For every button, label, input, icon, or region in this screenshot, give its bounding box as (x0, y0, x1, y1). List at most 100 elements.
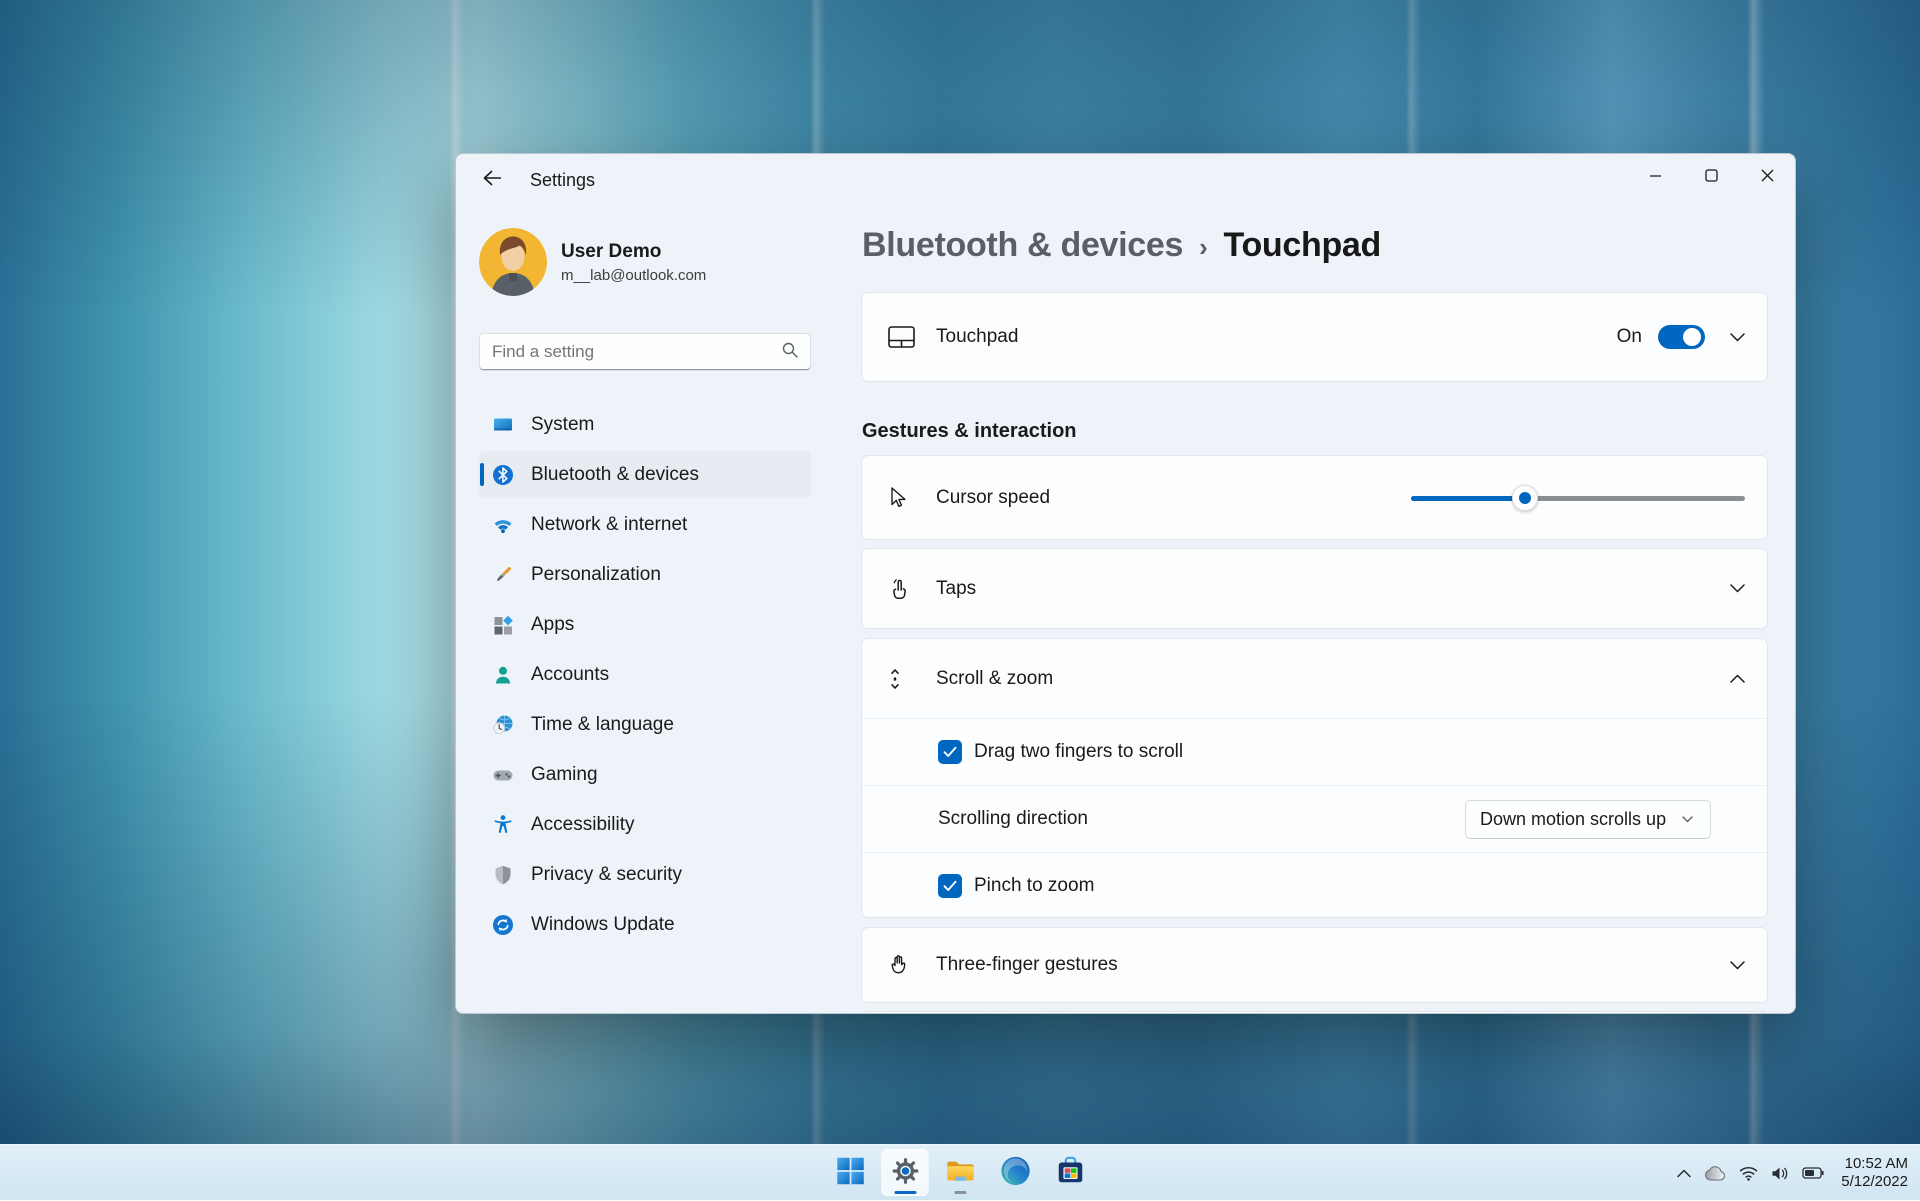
taps-label: Taps (936, 578, 976, 600)
active-app-indicator (894, 1191, 916, 1194)
running-app-indicator (954, 1191, 966, 1194)
taskbar-edge-button[interactable] (992, 1149, 1039, 1196)
onedrive-cloud-icon[interactable] (1704, 1166, 1726, 1181)
scroll-icon (888, 667, 918, 691)
chevron-down-icon[interactable] (1730, 584, 1745, 593)
scroll-zoom-header[interactable]: Scroll & zoom (862, 639, 1767, 718)
chevron-down-icon[interactable] (1730, 333, 1745, 342)
search-box (479, 333, 811, 371)
scrolling-direction-row: Scrolling direction Down motion scrolls … (862, 785, 1767, 852)
sidebar-item-personalization[interactable]: Personalization (479, 551, 811, 598)
page-title: Touchpad (1224, 226, 1382, 265)
sidebar-item-label: Network & internet (531, 514, 687, 536)
breadcrumb: Bluetooth & devices › Touchpad (862, 226, 1381, 265)
scroll-zoom-card: Scroll & zoom Drag two fingers to scroll… (861, 638, 1768, 918)
search-input[interactable] (480, 342, 782, 362)
user-block: User Demo m__lab@outlook.com (479, 228, 706, 296)
accessibility-icon (492, 814, 514, 836)
chevron-down-icon (1682, 816, 1693, 823)
system-tray: 10:52 AM 5/12/2022 (1677, 1145, 1908, 1201)
personalization-icon (492, 564, 514, 586)
time-language-icon (492, 714, 514, 736)
cursor-speed-label: Cursor speed (936, 487, 1050, 509)
file-explorer-icon (944, 1155, 976, 1190)
drag-two-fingers-checkbox[interactable] (938, 740, 962, 764)
cursor-speed-knob[interactable] (1512, 485, 1538, 511)
scrolling-direction-dropdown[interactable]: Down motion scrolls up (1465, 800, 1711, 839)
pinch-to-zoom-checkbox[interactable] (938, 874, 962, 898)
taskbar-settings-button[interactable] (882, 1149, 929, 1196)
cursor-speed-fill (1411, 496, 1525, 501)
sidebar-item-time-language[interactable]: Time & language (479, 701, 811, 748)
system-icon (492, 414, 514, 436)
section-header: Gestures & interaction (862, 420, 1077, 443)
wifi-icon[interactable] (1739, 1166, 1758, 1181)
battery-icon[interactable] (1802, 1167, 1824, 1179)
taps-card[interactable]: Taps (861, 548, 1768, 629)
three-finger-label: Three-finger gestures (936, 954, 1118, 976)
taskbar-clock[interactable]: 10:52 AM 5/12/2022 (1841, 1155, 1908, 1191)
sidebar-item-label: Windows Update (531, 914, 675, 936)
sidebar-item-accessibility[interactable]: Accessibility (479, 801, 811, 848)
sidebar-item-bluetooth-devices[interactable]: Bluetooth & devices (479, 451, 811, 498)
settings-window: Settings (455, 153, 1796, 1014)
sidebar-item-label: Personalization (531, 564, 661, 586)
search-icon (782, 342, 798, 363)
avatar (479, 228, 547, 296)
apps-icon (492, 614, 514, 636)
sidebar-item-label: Gaming (531, 764, 598, 786)
sidebar-nav: System Bluetooth & devices Network & int… (479, 401, 811, 951)
chevron-up-icon[interactable] (1730, 674, 1745, 683)
taskbar-store-button[interactable] (1047, 1149, 1094, 1196)
store-icon (1054, 1155, 1086, 1190)
dropdown-value: Down motion scrolls up (1480, 809, 1666, 830)
next-card-partial (861, 1011, 1768, 1014)
sidebar-item-apps[interactable]: Apps (479, 601, 811, 648)
sidebar-item-accounts[interactable]: Accounts (479, 651, 811, 698)
main-pane: Bluetooth & devices › Touchpad Touchpad … (861, 154, 1768, 1013)
sidebar-item-label: Time & language (531, 714, 674, 736)
touchpad-card: Touchpad On (861, 292, 1768, 382)
three-finger-hand-icon (888, 953, 918, 977)
windows-start-icon (835, 1156, 865, 1189)
user-name: User Demo (561, 241, 706, 263)
pinch-to-zoom-row: Pinch to zoom (862, 852, 1767, 919)
edge-icon (999, 1155, 1031, 1190)
sidebar-item-label: Apps (531, 614, 574, 636)
chevron-up-icon[interactable] (1677, 1169, 1691, 1178)
sidebar-item-label: System (531, 414, 594, 436)
sidebar-item-privacy-security[interactable]: Privacy & security (479, 851, 811, 898)
pinch-to-zoom-label: Pinch to zoom (974, 875, 1094, 897)
scrolling-direction-label: Scrolling direction (938, 808, 1088, 830)
network-icon (492, 514, 514, 536)
taskbar-file-explorer-button[interactable] (937, 1149, 984, 1196)
sidebar-item-windows-update[interactable]: Windows Update (479, 901, 811, 948)
three-finger-card[interactable]: Three-finger gestures (861, 927, 1768, 1003)
windows-update-icon (492, 914, 514, 936)
accounts-icon (492, 664, 514, 686)
touchpad-toggle[interactable] (1658, 325, 1705, 349)
breadcrumb-separator: › (1199, 229, 1207, 263)
breadcrumb-parent[interactable]: Bluetooth & devices (862, 226, 1183, 265)
volume-icon[interactable] (1771, 1166, 1789, 1181)
tray-time: 10:52 AM (1841, 1155, 1908, 1173)
privacy-security-icon (492, 864, 514, 886)
bluetooth-icon (492, 464, 514, 486)
sidebar-item-system[interactable]: System (479, 401, 811, 448)
toggle-knob (1683, 328, 1701, 346)
back-arrow-icon (483, 170, 501, 189)
drag-two-fingers-label: Drag two fingers to scroll (974, 741, 1183, 763)
start-button[interactable] (827, 1149, 874, 1196)
chevron-down-icon[interactable] (1730, 961, 1745, 970)
sidebar-item-gaming[interactable]: Gaming (479, 751, 811, 798)
drag-two-fingers-row: Drag two fingers to scroll (862, 718, 1767, 785)
sidebar-item-label: Accounts (531, 664, 609, 686)
cursor-speed-card: Cursor speed (861, 455, 1768, 540)
tray-date: 5/12/2022 (1841, 1173, 1908, 1191)
back-button[interactable] (472, 163, 512, 195)
sidebar-item-label: Privacy & security (531, 864, 682, 886)
cursor-icon (888, 486, 918, 510)
sidebar-item-network-internet[interactable]: Network & internet (479, 501, 811, 548)
cursor-speed-slider[interactable] (1411, 485, 1745, 511)
touchpad-label: Touchpad (936, 326, 1018, 348)
